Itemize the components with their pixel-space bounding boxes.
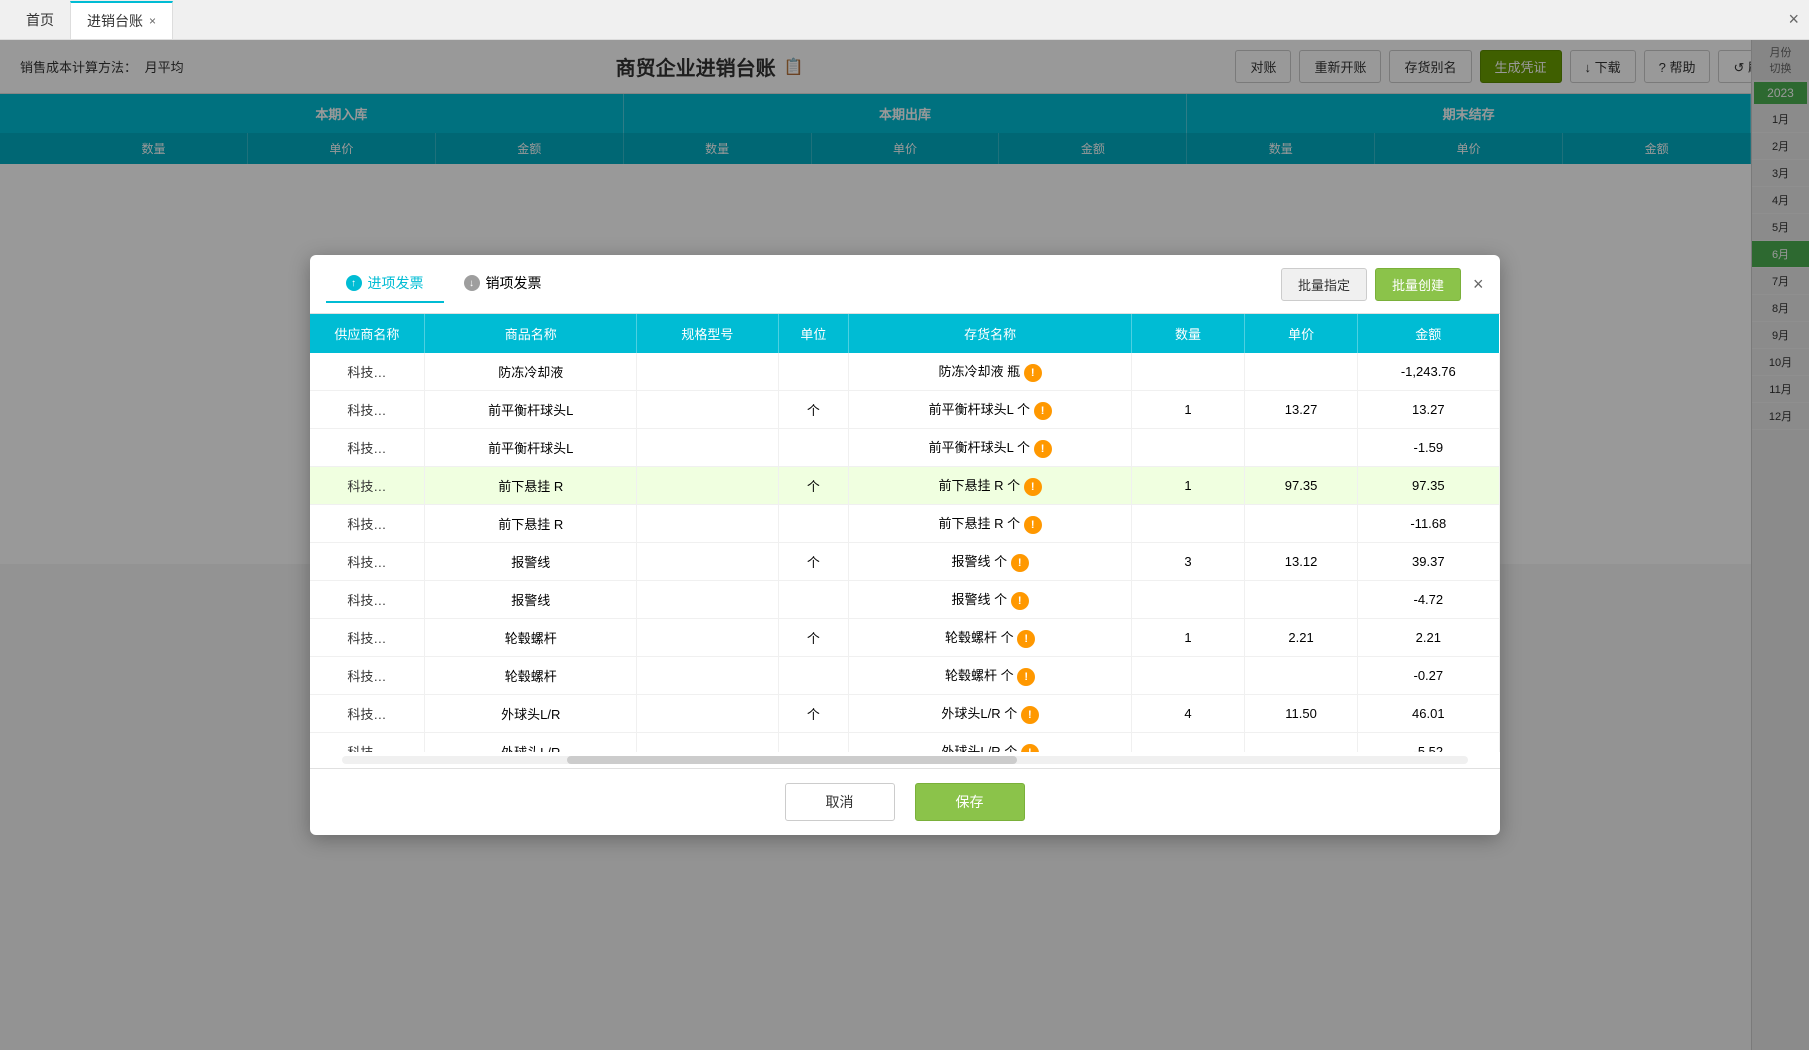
h-scrollbar[interactable] [342, 756, 1468, 764]
th-quantity: 数量 [1131, 314, 1244, 353]
main-area: 销售成本计算方法： 月平均 商贸企业进销台账 📋 对账 重新开账 存货别名 生成… [0, 40, 1809, 1050]
table-row: 科技…前下悬挂 R个前下悬挂 R 个 !197.3597.35 [310, 467, 1500, 505]
tab-purchases[interactable]: 进销台账 × [70, 1, 173, 39]
modal-overlay: ↑ 进项发票 ↓ 销项发票 批量指定 批量创建 × [0, 40, 1809, 1050]
warning-icon: ! [1034, 440, 1052, 458]
table-row: 科技…外球头L/R个外球头L/R 个 !411.5046.01 [310, 695, 1500, 733]
table-row: 科技…防冻冷却液防冻冷却液 瓶 !-1,243.76 [310, 353, 1500, 391]
batch-create-button[interactable]: 批量创建 [1375, 268, 1461, 301]
table-row: 科技…轮毂螺杆轮毂螺杆 个 !-0.27 [310, 657, 1500, 695]
warning-icon: ! [1017, 668, 1035, 686]
table-row: 科技…前平衡杆球头L个前平衡杆球头L 个 !113.2713.27 [310, 391, 1500, 429]
invoice-table: 供应商名称 商品名称 规格型号 单位 存货名称 数量 单价 金额 科技…防冻冷却… [310, 314, 1500, 752]
sales-tab-icon: ↓ [464, 275, 480, 291]
cancel-button[interactable]: 取消 [785, 783, 895, 821]
purchase-tab-icon: ↑ [346, 275, 362, 291]
modal-header: ↑ 进项发票 ↓ 销项发票 批量指定 批量创建 × [310, 255, 1500, 314]
warning-icon: ! [1011, 554, 1029, 572]
table-row: 科技…前平衡杆球头L前平衡杆球头L 个 !-1.59 [310, 429, 1500, 467]
th-product-name: 商品名称 [425, 314, 637, 353]
table-row: 科技…外球头L/R外球头L/R 个 !-5.52 [310, 733, 1500, 753]
warning-icon: ! [1024, 478, 1042, 496]
tab-purchases-label: 进销台账 [87, 11, 143, 31]
tab-home[interactable]: 首页 [10, 2, 70, 38]
warning-icon: ! [1011, 592, 1029, 610]
warning-icon: ! [1024, 516, 1042, 534]
table-row: 科技…报警线个报警线 个 !313.1239.37 [310, 543, 1500, 581]
window-close-button[interactable]: × [1788, 9, 1799, 30]
th-inventory-name: 存货名称 [849, 314, 1132, 353]
modal-table-wrap: 供应商名称 商品名称 规格型号 单位 存货名称 数量 单价 金额 科技…防冻冷却… [310, 314, 1500, 752]
purchase-tab-label: 进项发票 [368, 273, 424, 293]
tab-sales-invoice[interactable]: ↓ 销项发票 [444, 265, 562, 303]
sales-tab-label: 销项发票 [486, 273, 542, 293]
modal-tabs: ↑ 进项发票 ↓ 销项发票 [326, 265, 562, 303]
th-unit-price: 单价 [1245, 314, 1358, 353]
table-row: 科技…前下悬挂 R前下悬挂 R 个 !-11.68 [310, 505, 1500, 543]
batch-assign-button[interactable]: 批量指定 [1281, 268, 1367, 301]
h-scrollbar-area [310, 752, 1500, 768]
warning-icon: ! [1017, 630, 1035, 648]
table-row: 科技…报警线报警线 个 !-4.72 [310, 581, 1500, 619]
th-supplier: 供应商名称 [310, 314, 425, 353]
modal-footer: 取消 保存 [310, 768, 1500, 835]
modal-close-button[interactable]: × [1473, 274, 1484, 295]
tab-bar: 首页 进销台账 × × [0, 0, 1809, 40]
modal-actions: 批量指定 批量创建 [1281, 268, 1461, 301]
th-spec: 规格型号 [637, 314, 778, 353]
tab-close-icon[interactable]: × [149, 14, 156, 28]
warning-icon: ! [1024, 364, 1042, 382]
invoice-modal: ↑ 进项发票 ↓ 销项发票 批量指定 批量创建 × [310, 255, 1500, 835]
warning-icon: ! [1034, 402, 1052, 420]
h-scrollbar-thumb[interactable] [567, 756, 1017, 764]
th-unit: 单位 [778, 314, 849, 353]
warning-icon: ! [1021, 744, 1039, 752]
save-button[interactable]: 保存 [915, 783, 1025, 821]
tab-purchase-invoice[interactable]: ↑ 进项发票 [326, 265, 444, 303]
th-amount: 金额 [1358, 314, 1499, 353]
table-row: 科技…轮毂螺杆个轮毂螺杆 个 !12.212.21 [310, 619, 1500, 657]
warning-icon: ! [1021, 706, 1039, 724]
